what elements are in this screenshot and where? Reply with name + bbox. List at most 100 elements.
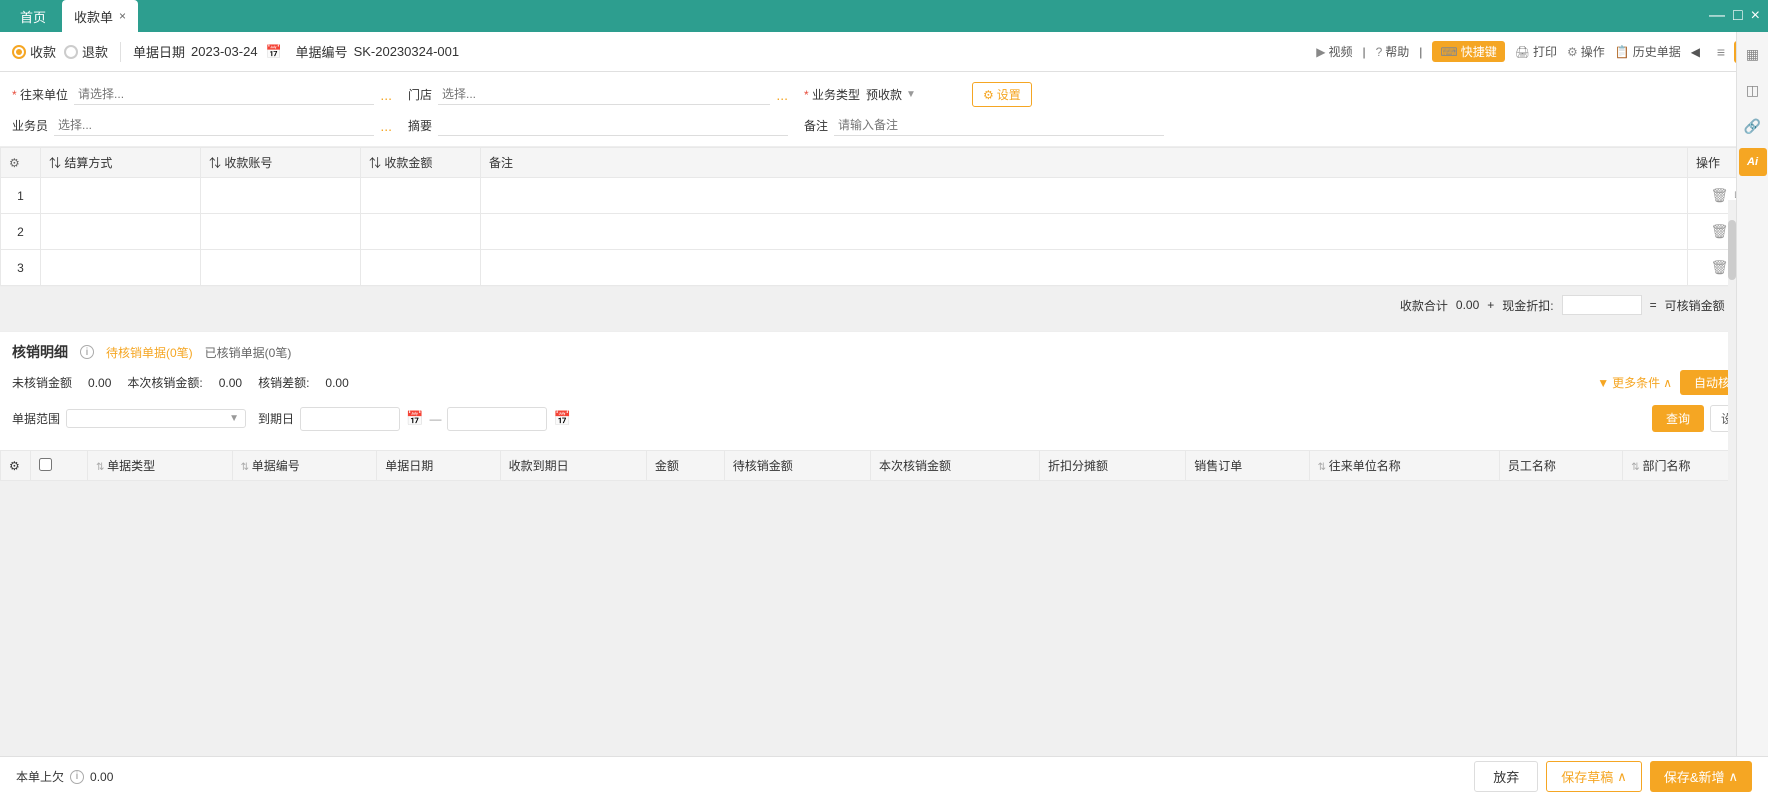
date-value: 2023-03-24 xyxy=(191,44,258,59)
verify-amount-label: 可核销金额 xyxy=(1665,297,1725,314)
staff-col-header: 员工名称 xyxy=(1499,451,1622,481)
amount-cell-3[interactable] xyxy=(361,250,481,286)
scrollbar[interactable] xyxy=(1728,200,1736,756)
minimize-icon[interactable]: — xyxy=(1709,7,1725,25)
biz-type-select[interactable]: 预收款 ▼ xyxy=(866,86,966,103)
receipt-radio[interactable]: 收款 xyxy=(12,42,56,61)
delete-row-2-icon[interactable]: 🗑 xyxy=(1711,223,1729,240)
remarks-label: 备注 xyxy=(804,117,828,134)
staff-input[interactable] xyxy=(54,115,374,136)
account-cell-2[interactable] xyxy=(201,214,361,250)
operations-icon: ⚙ xyxy=(1567,45,1578,59)
note-cell-1[interactable] xyxy=(481,178,1688,214)
date-from-input[interactable]: 2022-04-01 xyxy=(300,407,400,431)
print-icon: 🖨 xyxy=(1515,45,1530,59)
pending-tab[interactable]: 待核销单据(0笔) xyxy=(106,344,193,361)
history-btn[interactable]: 📋 历史单据 xyxy=(1615,43,1681,60)
help-btn[interactable]: ? 帮助 xyxy=(1376,43,1410,60)
save-new-btn[interactable]: 保存&新增 ∧ xyxy=(1650,761,1752,792)
hexiao-title: 核销明细 xyxy=(12,342,68,362)
shop-label: 门店 xyxy=(408,86,432,103)
staff-label: 业务员 xyxy=(12,117,48,134)
more-filter-btn[interactable]: ▼ 更多条件 ∧ xyxy=(1597,374,1672,391)
summary-input[interactable] xyxy=(438,115,788,136)
settings-button[interactable]: ⚙ 设置 xyxy=(972,82,1032,107)
operations-btn[interactable]: ⚙ 操作 xyxy=(1567,43,1605,60)
done-tab[interactable]: 已核销单据(0笔) xyxy=(205,344,292,361)
number-field: 单据编号 SK-20230324-001 xyxy=(296,42,460,61)
calendar-icon[interactable]: 📅 xyxy=(264,42,284,62)
settings-lower-icon[interactable]: ⚙ xyxy=(9,459,20,473)
uncancelled-label: 未核销金额 xyxy=(12,374,72,391)
keyboard-icon: ⌨ xyxy=(1440,45,1457,59)
account-cell-3[interactable] xyxy=(201,250,361,286)
abandon-btn[interactable]: 放弃 xyxy=(1474,761,1538,792)
shop-field: 门店 ... xyxy=(408,84,788,105)
settings-col-header[interactable]: ⚙ xyxy=(1,148,41,178)
save-draft-btn[interactable]: 保存草稿 ∧ xyxy=(1546,761,1642,792)
balance-info-icon[interactable]: i xyxy=(70,770,84,784)
shop-more-icon[interactable]: ... xyxy=(776,87,788,103)
save-new-chevron-icon: ∧ xyxy=(1728,769,1738,785)
layout-list-btn[interactable]: ≡ xyxy=(1710,41,1732,63)
query-btn[interactable]: 查询 xyxy=(1652,405,1704,432)
delete-row-3-icon[interactable]: 🗑 xyxy=(1711,259,1729,276)
sidebar-ai-icon[interactable]: Ai xyxy=(1739,148,1767,176)
account-cell-1[interactable] xyxy=(201,178,361,214)
range-label: 单据范围 xyxy=(12,410,60,427)
refund-radio[interactable]: 退款 xyxy=(64,42,108,61)
lower-table: ⚙ 单据类型 单据编号 单据日期 收款到期日 金额 待核销金额 本次核销金额 折… xyxy=(0,450,1768,481)
page-footer: 本单上欠 i 0.00 放弃 保存草稿 ∧ 保存&新增 ∧ xyxy=(0,756,1768,796)
sidebar-doc-icon[interactable]: ◫ xyxy=(1739,76,1767,104)
calendar-to-icon[interactable]: 📅 xyxy=(553,410,570,427)
sidebar-table-icon[interactable]: ▦ xyxy=(1739,40,1767,68)
query-form: 单据范围 ▼ 到期日 2022-04-01 📅 — 2022-04-12 📅 查… xyxy=(12,405,1756,432)
tab-close-icon[interactable]: × xyxy=(119,9,126,23)
print-btn[interactable]: 🖨 打印 xyxy=(1515,43,1557,60)
partner-field: * 往来单位 ... xyxy=(12,84,392,105)
close-window-icon[interactable]: × xyxy=(1751,7,1760,25)
uncancelled-val: 0.00 xyxy=(88,376,111,390)
due-date-field: 到期日 2022-04-01 📅 — 2022-04-12 📅 xyxy=(258,407,571,431)
due-date-col-header: 收款到期日 xyxy=(500,451,646,481)
remarks-field: 备注 xyxy=(804,115,1164,136)
select-all-checkbox[interactable] xyxy=(39,458,52,471)
hexiao-header: 核销明细 i 待核销单据(0笔) 已核销单据(0笔) xyxy=(12,342,1756,362)
form-row-1: * 往来单位 ... 门店 ... * 业务类型 预收款 ▼ ⚙ 设置 xyxy=(12,82,1756,107)
shop-input[interactable] xyxy=(438,84,770,105)
balance-val: 0.00 xyxy=(90,770,113,784)
remarks-input[interactable] xyxy=(834,115,1164,136)
partner-more-icon[interactable]: ... xyxy=(380,87,392,103)
equals-sign: = xyxy=(1650,298,1657,312)
table-row: 1 🗑 ⧉ xyxy=(1,178,1768,214)
amount-cell-2[interactable] xyxy=(361,214,481,250)
settle-cell-1[interactable] xyxy=(41,178,201,214)
video-btn[interactable]: ▶ 视频 xyxy=(1316,43,1352,60)
staff-more-icon[interactable]: ... xyxy=(380,118,392,134)
nav-left-icon[interactable]: ◀ xyxy=(1691,45,1700,59)
table-row: 3 🗑 ⧉ xyxy=(1,250,1768,286)
scrollbar-thumb[interactable] xyxy=(1728,220,1736,280)
sidebar-link-icon[interactable]: 🔗 xyxy=(1739,112,1767,140)
note-cell-2[interactable] xyxy=(481,214,1688,250)
diff-label: 核销差额: xyxy=(258,374,309,391)
delete-row-1-icon[interactable]: 🗑 xyxy=(1711,187,1729,204)
date-label: 单据日期 xyxy=(133,42,185,61)
right-sidebar: ▦ ◫ 🔗 Ai xyxy=(1736,32,1768,756)
this-cancel-val: 0.00 xyxy=(219,376,242,390)
tab-receipts[interactable]: 收款单 × xyxy=(62,0,138,32)
settle-cell-3[interactable] xyxy=(41,250,201,286)
restore-icon[interactable]: □ xyxy=(1733,7,1743,25)
shortcut-btn[interactable]: ⌨ 快捷键 xyxy=(1432,41,1504,62)
cash-discount-input[interactable] xyxy=(1562,295,1642,315)
partner-input[interactable] xyxy=(74,84,374,105)
amount-cell-1[interactable] xyxy=(361,178,481,214)
settle-cell-2[interactable] xyxy=(41,214,201,250)
note-cell-3[interactable] xyxy=(481,250,1688,286)
filter-icon: ▼ xyxy=(1597,376,1609,390)
hexiao-info-icon[interactable]: i xyxy=(80,345,94,359)
tab-home[interactable]: 首页 xyxy=(8,0,58,32)
toolbar-right: ▶ 视频 | ? 帮助 | ⌨ 快捷键 🖨 打印 ⚙ 操作 📋 历史单据 ◀ ≡… xyxy=(1316,41,1756,63)
date-to-input[interactable]: 2022-04-12 xyxy=(447,407,547,431)
calendar-from-icon[interactable]: 📅 xyxy=(406,410,423,427)
